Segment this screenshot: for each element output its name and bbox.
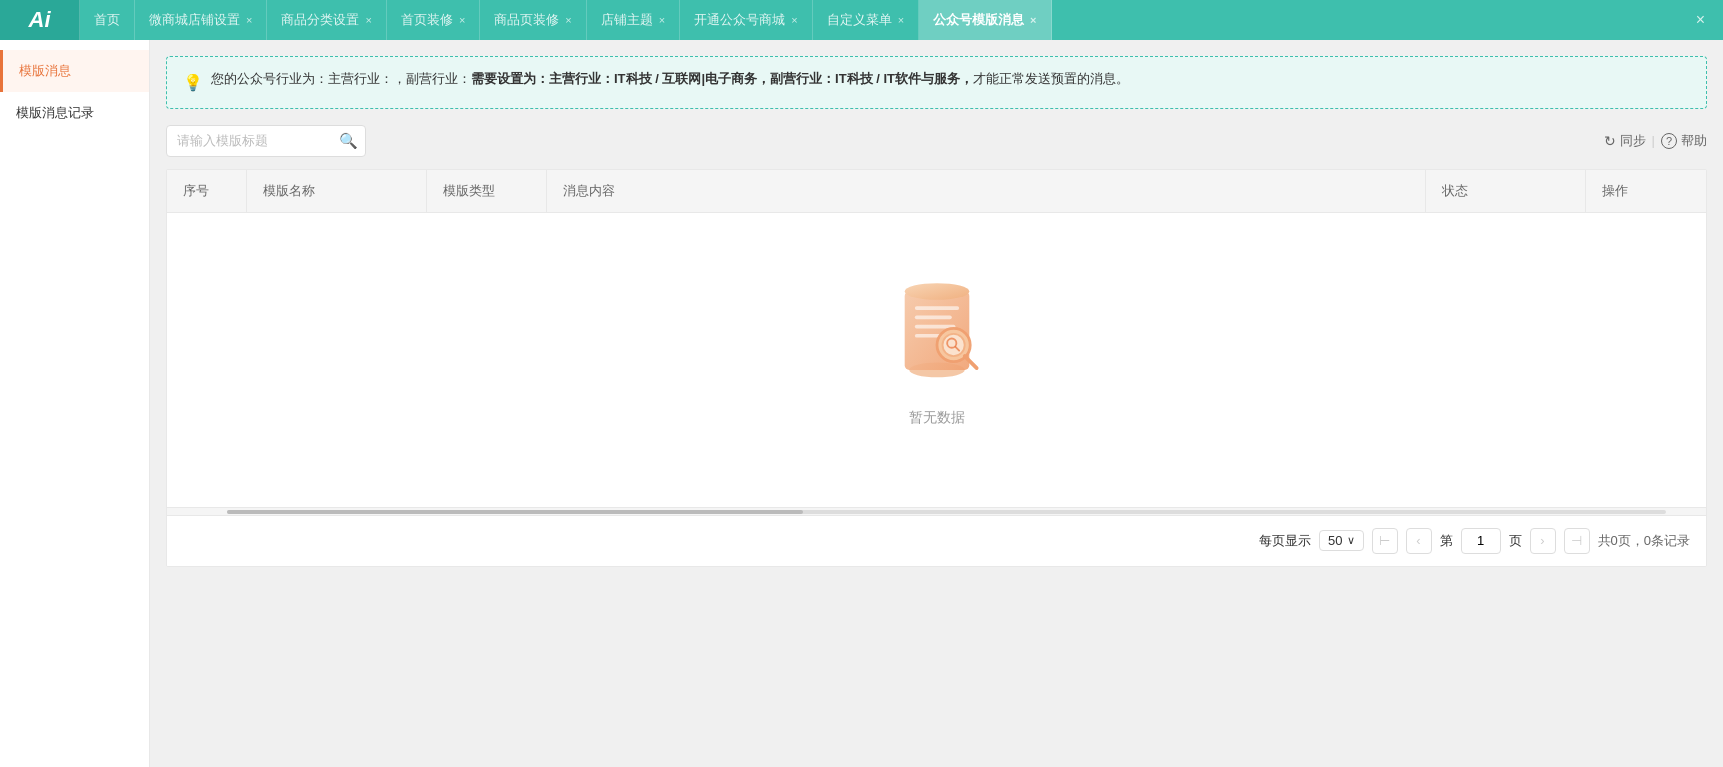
- nav-tab-close-6[interactable]: ×: [791, 14, 797, 26]
- svg-rect-4: [914, 315, 951, 319]
- scrollbar-thumb: [227, 510, 803, 514]
- page-unit: 页: [1509, 532, 1522, 550]
- th-type: 模版类型: [427, 170, 547, 212]
- th-action: 操作: [1586, 170, 1706, 212]
- th-content: 消息内容: [547, 170, 1426, 212]
- search-input[interactable]: [166, 125, 366, 157]
- prev-page-button[interactable]: ‹: [1406, 528, 1432, 554]
- th-index: 序号: [167, 170, 247, 212]
- search-left: 🔍: [166, 125, 366, 157]
- search-input-wrap: 🔍: [166, 125, 366, 157]
- sync-label: 同步: [1620, 132, 1646, 150]
- notice-prefix: 您的公众号行业为：主营行业：，副营行业：: [211, 71, 471, 86]
- nav-tab-close-5[interactable]: ×: [659, 14, 665, 26]
- close-all-button[interactable]: ×: [1688, 11, 1713, 29]
- total-info: 共0页，0条记录: [1598, 532, 1690, 550]
- help-button[interactable]: ? 帮助: [1661, 132, 1707, 150]
- notice-icon: 💡: [183, 70, 203, 96]
- page-number-input[interactable]: [1461, 528, 1501, 554]
- first-page-button[interactable]: ⊢: [1372, 528, 1398, 554]
- notice-text: 您的公众号行业为：主营行业：，副营行业：需要设置为：主营行业：IT科技 / 互联…: [211, 69, 1129, 90]
- search-bar: 🔍 ↻ 同步 | ? 帮助: [166, 125, 1707, 157]
- nav-tab-6[interactable]: 开通公众号商城×: [680, 0, 812, 40]
- current-page-label: 第: [1440, 532, 1453, 550]
- nav-tab-2[interactable]: 商品分类设置×: [267, 0, 386, 40]
- sidebar-item-1[interactable]: 模版消息记录: [0, 92, 149, 134]
- page-size-label: 每页显示: [1259, 532, 1311, 550]
- logo-text: Ai: [29, 7, 51, 33]
- nav-tab-close-2[interactable]: ×: [365, 14, 371, 26]
- nav-tab-close-8[interactable]: ×: [1030, 14, 1036, 26]
- main-layout: 模版消息模版消息记录 💡 您的公众号行业为：主营行业：，副营行业：需要设置为：主…: [0, 40, 1723, 767]
- empty-state: 暂无数据: [167, 213, 1706, 507]
- notice-suffix: 才能正常发送预置的消息。: [973, 71, 1129, 86]
- nav-tab-7[interactable]: 自定义菜单×: [813, 0, 919, 40]
- content-area: 💡 您的公众号行业为：主营行业：，副营行业：需要设置为：主营行业：IT科技 / …: [150, 40, 1723, 767]
- next-page-button[interactable]: ›: [1530, 528, 1556, 554]
- sidebar-items: 模版消息模版消息记录: [0, 50, 149, 134]
- svg-point-8: [942, 334, 964, 356]
- app-logo: Ai: [0, 0, 80, 40]
- svg-rect-3: [914, 306, 958, 310]
- nav-tab-3[interactable]: 首页装修×: [387, 0, 480, 40]
- page-size-value: 50: [1328, 533, 1342, 548]
- page-size-selector[interactable]: 50 ∨: [1319, 530, 1363, 551]
- sidebar-item-0[interactable]: 模版消息: [0, 50, 149, 92]
- search-divider: |: [1652, 133, 1655, 148]
- empty-illustration: [877, 273, 997, 393]
- top-nav: Ai 首页微商城店铺设置×商品分类设置×首页装修×商品页装修×店铺主题×开通公众…: [0, 0, 1723, 40]
- help-label: 帮助: [1681, 132, 1707, 150]
- search-icon-button[interactable]: 🔍: [339, 132, 358, 150]
- pagination: 每页显示 50 ∨ ⊢ ‹ 第 页 › ⊣ 共0页，0条记录: [167, 515, 1706, 566]
- nav-tab-0[interactable]: 首页: [80, 0, 135, 40]
- sync-icon: ↻: [1604, 133, 1616, 149]
- scrollbar-track: [227, 510, 1666, 514]
- last-page-button[interactable]: ⊣: [1564, 528, 1590, 554]
- sync-button[interactable]: ↻ 同步: [1604, 132, 1646, 150]
- sidebar: 模版消息模版消息记录: [0, 40, 150, 767]
- svg-point-2: [904, 283, 969, 300]
- nav-tab-5[interactable]: 店铺主题×: [587, 0, 680, 40]
- data-table: 序号 模版名称 模版类型 消息内容 状态 操作: [166, 169, 1707, 567]
- nav-tab-4[interactable]: 商品页装修×: [480, 0, 586, 40]
- empty-text: 暂无数据: [909, 409, 965, 427]
- th-status: 状态: [1426, 170, 1586, 212]
- page-size-arrow: ∨: [1347, 534, 1355, 547]
- nav-tab-close-4[interactable]: ×: [565, 14, 571, 26]
- nav-tab-1[interactable]: 微商城店铺设置×: [135, 0, 267, 40]
- notice-bold: 需要设置为：主营行业：IT科技 / 互联网|电子商务，副营行业：IT科技 / I…: [471, 71, 973, 86]
- horizontal-scrollbar[interactable]: [167, 507, 1706, 515]
- notice-box: 💡 您的公众号行业为：主营行业：，副营行业：需要设置为：主营行业：IT科技 / …: [166, 56, 1707, 109]
- search-right: ↻ 同步 | ? 帮助: [1604, 132, 1707, 150]
- nav-tab-8[interactable]: 公众号模版消息×: [919, 0, 1051, 40]
- help-icon: ?: [1661, 133, 1677, 149]
- nav-tab-close-1[interactable]: ×: [246, 14, 252, 26]
- nav-tab-close-3[interactable]: ×: [459, 14, 465, 26]
- table-header: 序号 模版名称 模版类型 消息内容 状态 操作: [167, 170, 1706, 213]
- th-name: 模版名称: [247, 170, 427, 212]
- nav-tabs: 首页微商城店铺设置×商品分类设置×首页装修×商品页装修×店铺主题×开通公众号商城…: [80, 0, 1688, 40]
- nav-tab-close-7[interactable]: ×: [898, 14, 904, 26]
- empty-svg-icon: [877, 273, 997, 393]
